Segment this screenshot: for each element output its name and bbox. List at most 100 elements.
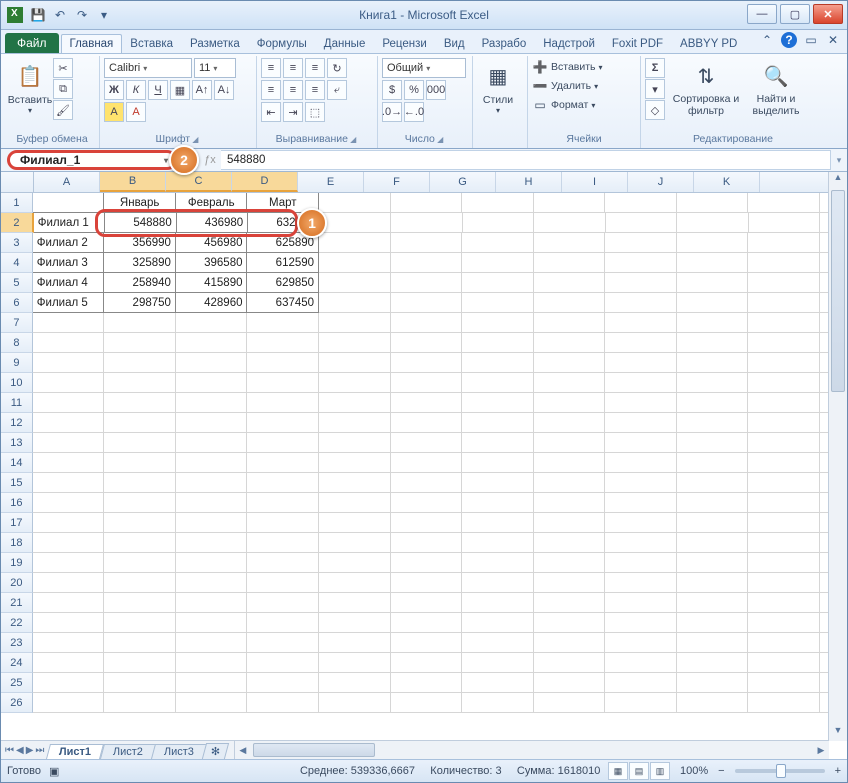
cell-D14[interactable]: [247, 453, 319, 473]
row-header-4[interactable]: 4: [1, 253, 33, 273]
cell-F10[interactable]: [391, 373, 463, 393]
percent-icon[interactable]: %: [404, 80, 424, 100]
cell-H20[interactable]: [534, 573, 606, 593]
cell-G25[interactable]: [462, 673, 534, 693]
cell-C14[interactable]: [176, 453, 248, 473]
merge-button[interactable]: ⬚: [305, 102, 325, 122]
cell-G22[interactable]: [462, 613, 534, 633]
cell-I12[interactable]: [605, 413, 677, 433]
cell-E22[interactable]: [319, 613, 391, 633]
cell-G10[interactable]: [462, 373, 534, 393]
cell-H10[interactable]: [534, 373, 606, 393]
row-header-6[interactable]: 6: [1, 293, 33, 313]
cell-D4[interactable]: 612590: [247, 253, 319, 273]
cell-A7[interactable]: [33, 313, 105, 333]
find-select-button[interactable]: 🔍 Найти и выделить: [743, 58, 809, 117]
select-all-corner[interactable]: [1, 172, 34, 192]
cell-J18[interactable]: [677, 533, 749, 553]
cell-J22[interactable]: [677, 613, 749, 633]
cell-I7[interactable]: [605, 313, 677, 333]
cell-D10[interactable]: [247, 373, 319, 393]
row-header-11[interactable]: 11: [1, 393, 33, 413]
formula-input[interactable]: 548880: [221, 150, 831, 170]
cell-E2[interactable]: [320, 213, 391, 233]
workbook-close-icon[interactable]: ✕: [825, 32, 841, 48]
cell-B22[interactable]: [104, 613, 176, 633]
format-painter-icon[interactable]: 🖌: [53, 100, 73, 120]
cell-J2[interactable]: [677, 213, 748, 233]
cell-G24[interactable]: [462, 653, 534, 673]
cell-A17[interactable]: [33, 513, 105, 533]
decrease-font-icon[interactable]: A↓: [214, 80, 234, 100]
scroll-right-icon[interactable]: ▶: [813, 741, 829, 759]
cell-J21[interactable]: [677, 593, 749, 613]
cell-K7[interactable]: [748, 313, 820, 333]
hscroll-thumb[interactable]: [253, 743, 375, 757]
sheet-tab-3[interactable]: Лист3: [151, 744, 207, 759]
cell-C10[interactable]: [176, 373, 248, 393]
cell-J3[interactable]: [677, 233, 749, 253]
cell-K11[interactable]: [748, 393, 820, 413]
cell-F24[interactable]: [391, 653, 463, 673]
cell-G14[interactable]: [462, 453, 534, 473]
cell-J10[interactable]: [677, 373, 749, 393]
row-header-7[interactable]: 7: [1, 313, 33, 333]
cell-A15[interactable]: [33, 473, 105, 493]
cell-C1[interactable]: Февраль: [176, 193, 248, 213]
cell-C6[interactable]: 428960: [176, 293, 248, 313]
row-header-22[interactable]: 22: [1, 613, 33, 633]
cell-E23[interactable]: [319, 633, 391, 653]
cell-F17[interactable]: [391, 513, 463, 533]
cell-C11[interactable]: [176, 393, 248, 413]
cell-K1[interactable]: [748, 193, 820, 213]
cell-G16[interactable]: [462, 493, 534, 513]
tab-insert[interactable]: Вставка: [121, 34, 182, 53]
cell-D7[interactable]: [247, 313, 319, 333]
horizontal-scrollbar[interactable]: ◀ ▶: [234, 741, 829, 759]
border-button[interactable]: ▦: [170, 80, 190, 100]
font-size-combo[interactable]: 11▾: [194, 58, 236, 78]
cell-F1[interactable]: [391, 193, 463, 213]
cell-J9[interactable]: [677, 353, 749, 373]
row-header-5[interactable]: 5: [1, 273, 33, 293]
column-header-I[interactable]: I: [562, 172, 628, 192]
cell-J4[interactable]: [677, 253, 749, 273]
grid[interactable]: ABCDEFGHIJK 1ЯнварьФевральМарт2Филиал 15…: [1, 172, 829, 741]
name-box[interactable]: Филиал_1 ▾: [7, 150, 177, 170]
cell-F3[interactable]: [391, 233, 463, 253]
cell-K22[interactable]: [748, 613, 820, 633]
fx-icon[interactable]: ƒx: [203, 154, 217, 166]
cell-H22[interactable]: [534, 613, 606, 633]
cell-K9[interactable]: [748, 353, 820, 373]
cell-K24[interactable]: [748, 653, 820, 673]
cell-J24[interactable]: [677, 653, 749, 673]
cell-I6[interactable]: [605, 293, 677, 313]
column-header-E[interactable]: E: [298, 172, 364, 192]
cell-B8[interactable]: [104, 333, 176, 353]
cell-H1[interactable]: [534, 193, 606, 213]
cell-G7[interactable]: [462, 313, 534, 333]
cell-I3[interactable]: [605, 233, 677, 253]
row-header-20[interactable]: 20: [1, 573, 33, 593]
cell-A11[interactable]: [33, 393, 105, 413]
cell-E4[interactable]: [319, 253, 391, 273]
cell-D25[interactable]: [247, 673, 319, 693]
redo-icon[interactable]: ↷: [73, 6, 91, 24]
cell-D23[interactable]: [247, 633, 319, 653]
tab-view[interactable]: Вид: [435, 34, 474, 53]
italic-button[interactable]: К: [126, 80, 146, 100]
cell-B3[interactable]: 356990: [104, 233, 176, 253]
styles-button[interactable]: ▦ Стили ▾: [477, 58, 519, 115]
row-header-19[interactable]: 19: [1, 553, 33, 573]
cell-J6[interactable]: [677, 293, 749, 313]
cell-K8[interactable]: [748, 333, 820, 353]
cell-I9[interactable]: [605, 353, 677, 373]
cell-C24[interactable]: [176, 653, 248, 673]
cell-D12[interactable]: [247, 413, 319, 433]
cell-J20[interactable]: [677, 573, 749, 593]
cell-E20[interactable]: [319, 573, 391, 593]
cell-F16[interactable]: [391, 493, 463, 513]
cell-K21[interactable]: [748, 593, 820, 613]
cell-K13[interactable]: [748, 433, 820, 453]
cell-H11[interactable]: [534, 393, 606, 413]
